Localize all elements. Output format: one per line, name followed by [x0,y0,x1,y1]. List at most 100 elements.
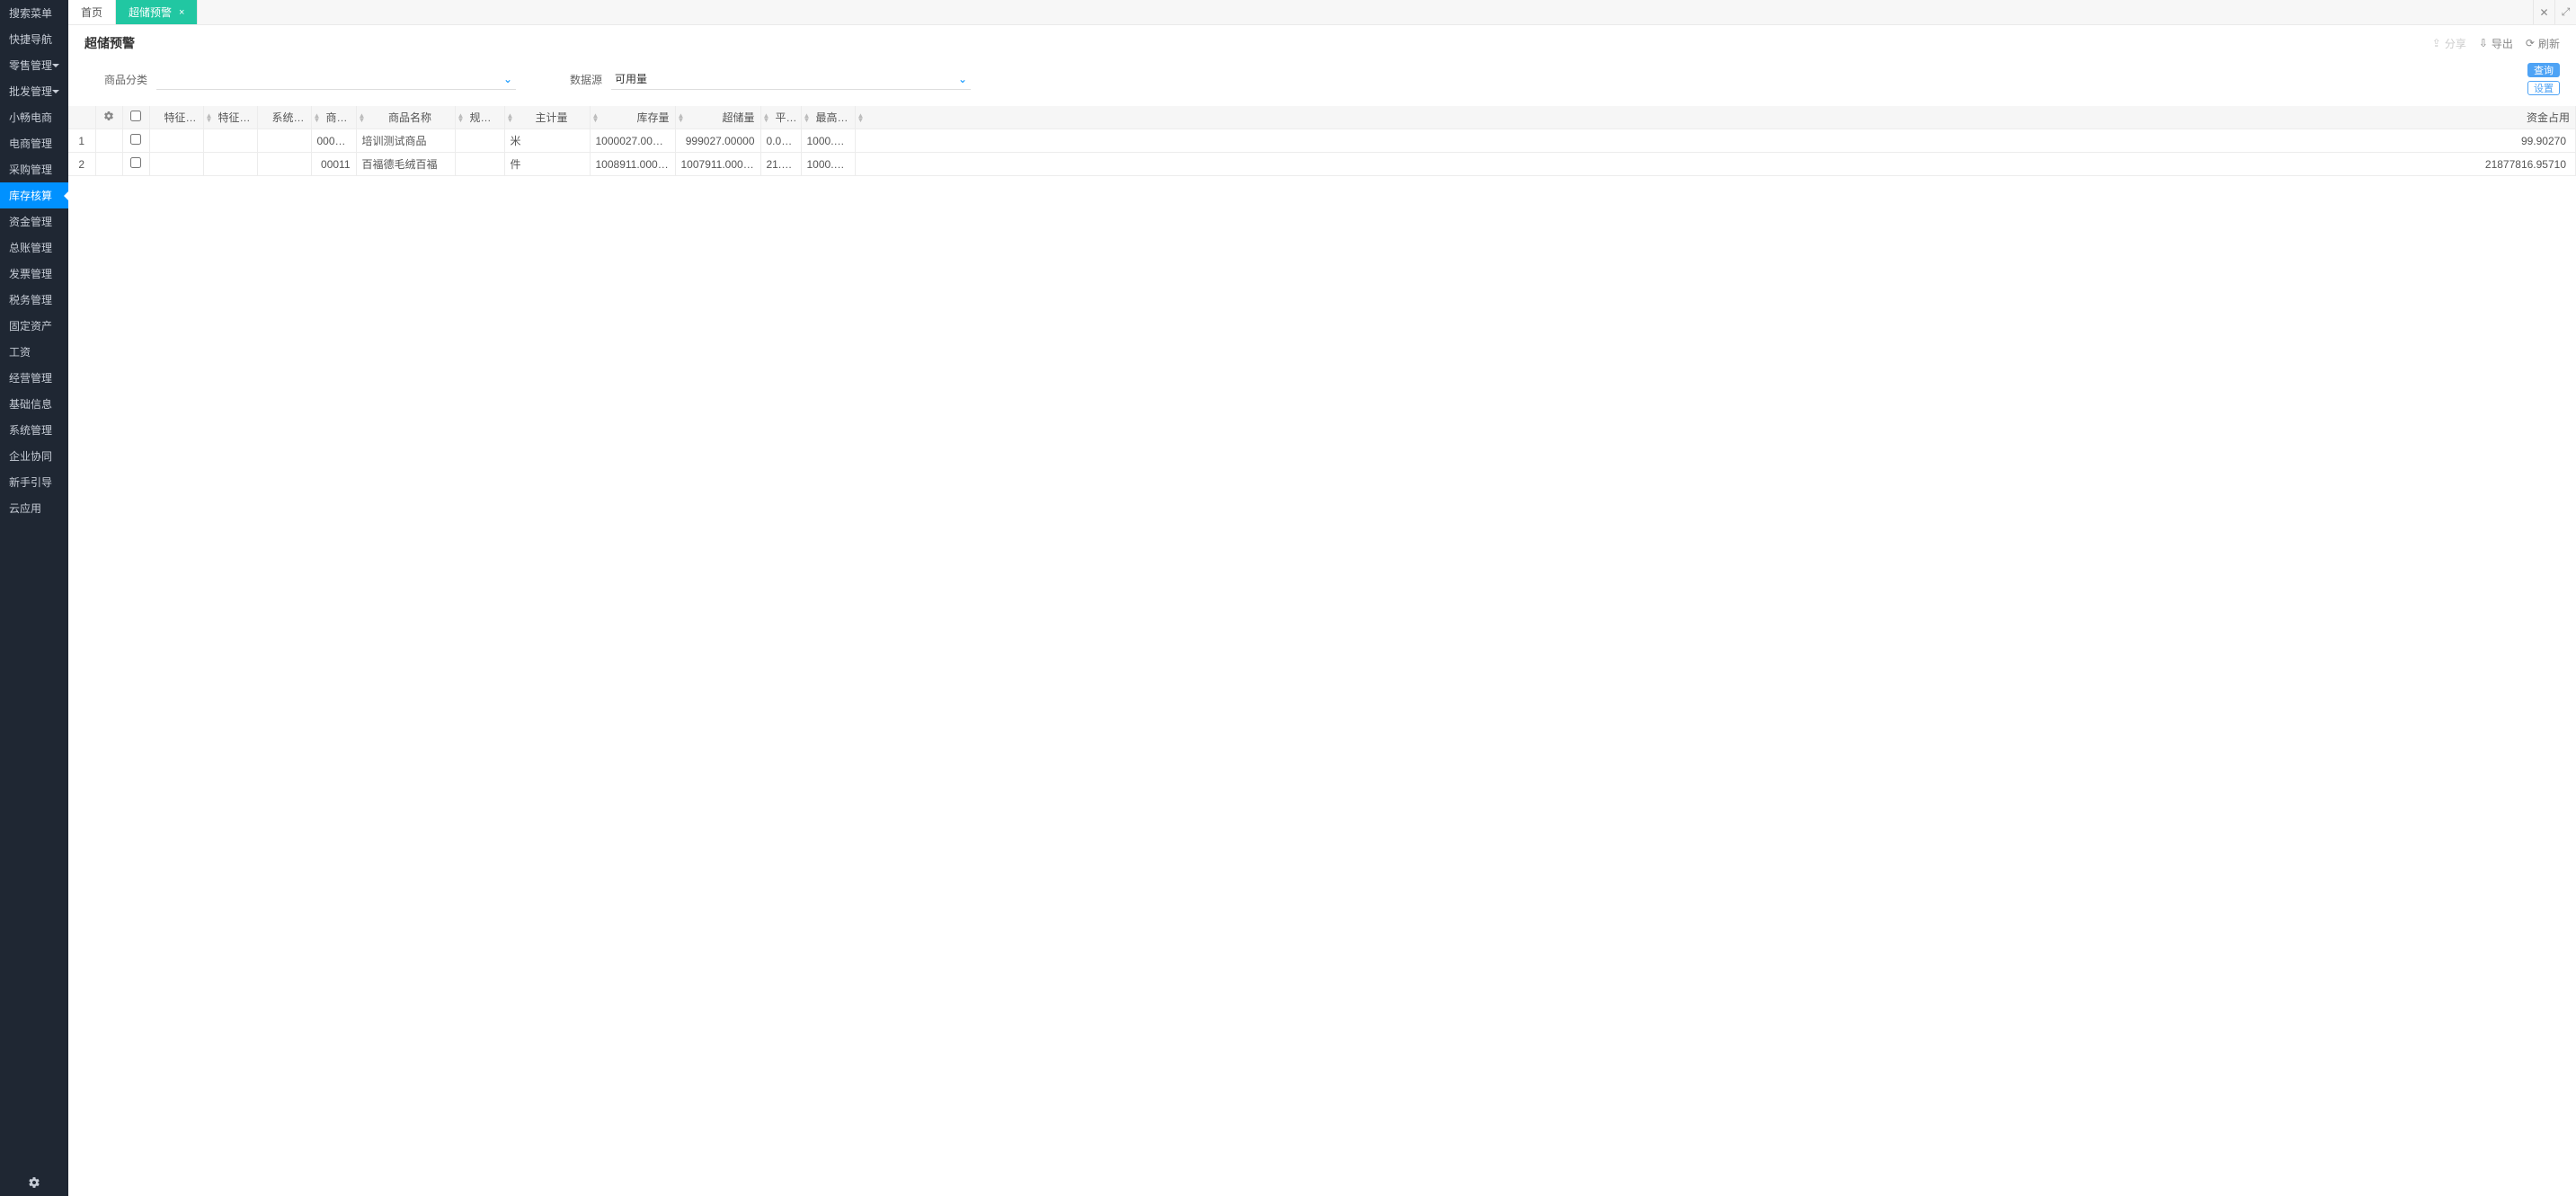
tab-0[interactable]: 首页 [68,0,116,24]
select-all-checkbox[interactable] [130,111,141,121]
sidebar-item-2[interactable]: 零售管理 [0,52,68,78]
col-avg-header[interactable]: 平均... [760,106,801,129]
filter-category-label: 商品分类 [104,72,147,87]
cell-spec [455,129,504,153]
cell-gear [95,129,122,153]
row-checkbox[interactable] [130,134,141,145]
search-button[interactable]: 查询 [2527,63,2560,77]
sidebar-item-label: 企业协同 [9,448,52,464]
col-checkbox-header[interactable] [122,106,149,129]
sidebar-item-8[interactable]: 资金管理 [0,208,68,235]
sidebar-item-17[interactable]: 企业协同 [0,443,68,469]
cell-stock: 1008911.00000 [590,153,675,176]
cell-sys-order [257,153,311,176]
cell-over: 1007911.00000 [675,153,760,176]
cell-avg: 0.0001 [760,129,801,153]
expand-tabs-icon[interactable]: ⤢ [2554,0,2576,24]
col-sys-order-header[interactable]: 系统顺序 [257,106,311,129]
chevron-down-icon: ⌄ [503,73,512,85]
cell-code: 0000107 [311,129,356,153]
close-icon[interactable]: × [179,7,184,18]
sidebar-item-10[interactable]: 发票管理 [0,261,68,287]
sidebar-item-label: 固定资产 [9,318,52,333]
table-wrap: 特征类型 特征类型名称 系统顺序 商品... 商品名称 规格型号 主计量 库存量… [68,106,2576,1196]
table-row[interactable]: 1 0000107 培训测试商品 米 1000027.00000 999027.… [68,129,2576,153]
tab-bar: 首页 超储预警 × ✕ ⤢ [68,0,2576,25]
sidebar-item-3[interactable]: 批发管理 [0,78,68,104]
chevron-down-icon [52,90,59,93]
row-checkbox[interactable] [130,157,141,168]
sidebar-item-label: 新手引导 [9,474,52,490]
share-icon: ⇪ [2432,37,2441,49]
cell-attr-type [149,129,203,153]
gear-icon [103,111,114,121]
col-over-header[interactable]: 超储量 [675,106,760,129]
sidebar-item-11[interactable]: 税务管理 [0,287,68,313]
sidebar-item-12[interactable]: 固定资产 [0,313,68,339]
col-stock-header[interactable]: 库存量 [590,106,675,129]
cell-check[interactable] [122,129,149,153]
cell-funds: 21877816.95710 [855,153,2576,176]
cell-rownum: 1 [68,129,95,153]
filter-category-select[interactable]: ⌄ [156,68,516,90]
tab-1[interactable]: 超储预警 × [116,0,198,24]
sidebar-item-1[interactable]: 快捷导航 [0,26,68,52]
col-attr-name-header[interactable]: 特征类型名称 [203,106,257,129]
sidebar-footer [0,1169,68,1196]
refresh-button[interactable]: ⟳ 刷新 [2526,36,2560,51]
refresh-icon: ⟳ [2526,37,2535,49]
cell-check[interactable] [122,153,149,176]
cell-code: 00011 [311,153,356,176]
cell-name: 培训测试商品 [356,129,455,153]
data-table: 特征类型 特征类型名称 系统顺序 商品... 商品名称 规格型号 主计量 库存量… [68,106,2576,176]
sidebar-item-14[interactable]: 经营管理 [0,365,68,391]
sidebar-item-6[interactable]: 采购管理 [0,156,68,182]
share-button[interactable]: ⇪ 分享 [2432,36,2466,51]
settings-button[interactable]: 设置 [2527,81,2560,95]
col-max-header[interactable]: 最高库存 [801,106,855,129]
col-attr-type-header[interactable]: 特征类型 [149,106,203,129]
sidebar-item-5[interactable]: 电商管理 [0,130,68,156]
col-name-header[interactable]: 商品名称 [356,106,455,129]
col-gear-header[interactable] [95,106,122,129]
sidebar: 搜索菜单快捷导航零售管理批发管理小畅电商电商管理采购管理库存核算资金管理总账管理… [0,0,68,1196]
sidebar-item-label: 小畅电商 [9,110,52,125]
sidebar-item-label: 税务管理 [9,292,52,307]
sidebar-item-label: 库存核算 [9,188,52,203]
gear-icon[interactable] [28,1176,40,1189]
sidebar-item-label: 经营管理 [9,370,52,385]
tab-label: 首页 [81,4,102,20]
table-row[interactable]: 2 00011 百福德毛绒百福 件 1008911.00000 1007911.… [68,153,2576,176]
cell-over: 999027.00000 [675,129,760,153]
col-spec-header[interactable]: 规格型号 [455,106,504,129]
sidebar-item-16[interactable]: 系统管理 [0,417,68,443]
sidebar-item-9[interactable]: 总账管理 [0,235,68,261]
close-all-tabs[interactable]: ✕ [2533,0,2554,24]
sidebar-item-label: 发票管理 [9,266,52,281]
sidebar-item-label: 工资 [9,344,31,359]
cell-unit: 米 [504,129,590,153]
col-rownum-header [68,106,95,129]
sidebar-item-label: 零售管理 [9,58,52,73]
sidebar-item-19[interactable]: 云应用 [0,495,68,521]
sidebar-item-18[interactable]: 新手引导 [0,469,68,495]
tab-label: 超储预警 [129,4,172,20]
sidebar-item-7[interactable]: 库存核算 [0,182,68,208]
sidebar-item-label: 批发管理 [9,84,52,99]
sidebar-item-label: 基础信息 [9,396,52,412]
sidebar-item-label: 采购管理 [9,162,52,177]
filter-datasource-label: 数据源 [570,72,602,87]
cell-stock: 1000027.00000 [590,129,675,153]
sidebar-item-13[interactable]: 工资 [0,339,68,365]
col-code-header[interactable]: 商品... [311,106,356,129]
filter-datasource-select[interactable]: 可用量 ⌄ [611,68,971,90]
col-unit-header[interactable]: 主计量 [504,106,590,129]
chevron-down-icon: ⌄ [958,73,967,85]
export-button[interactable]: ⇩ 导出 [2479,36,2513,51]
col-funds-header[interactable]: 资金占用 [855,106,2576,129]
sidebar-item-15[interactable]: 基础信息 [0,391,68,417]
sidebar-item-4[interactable]: 小畅电商 [0,104,68,130]
sidebar-item-label: 搜索菜单 [9,5,52,21]
sidebar-item-0[interactable]: 搜索菜单 [0,0,68,26]
sidebar-item-label: 快捷导航 [9,31,52,47]
